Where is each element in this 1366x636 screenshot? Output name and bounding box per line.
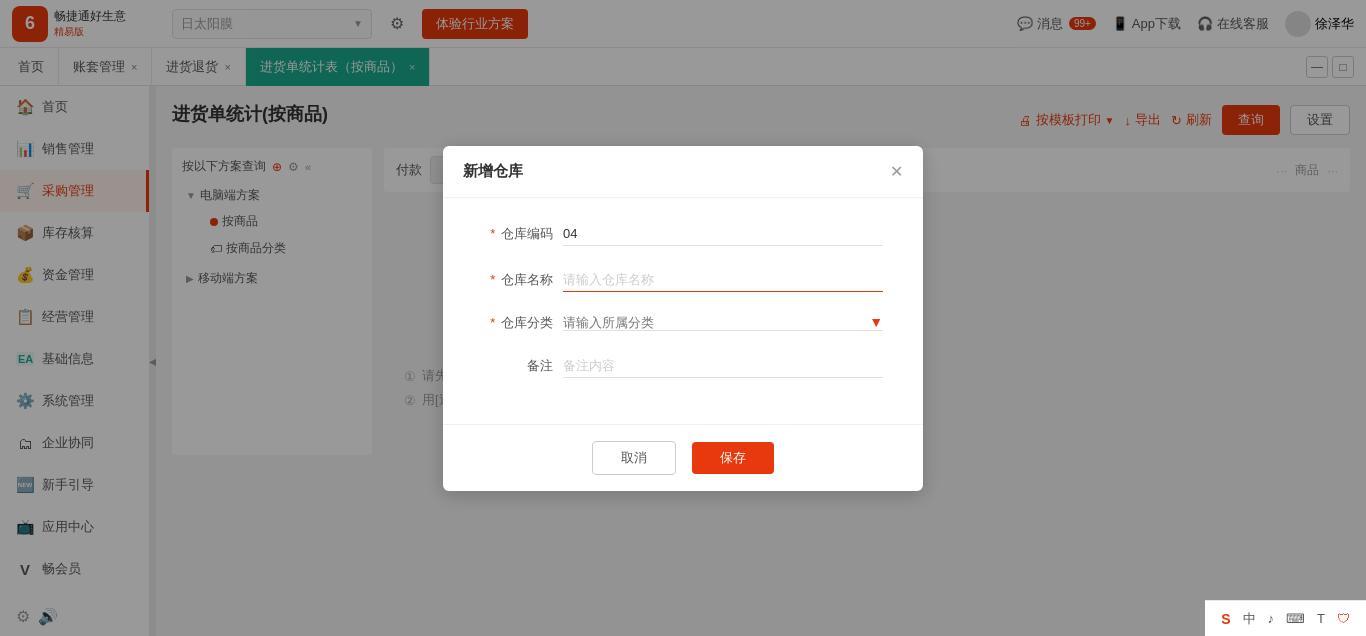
modal-body: * 仓库编码 * 仓库名称 * 仓库分类 [443,198,923,424]
new-warehouse-modal: 新增仓库 ✕ * 仓库编码 * 仓库名称 [443,146,923,491]
bottom-chinese[interactable]: 中 [1243,610,1256,628]
category-dropdown-icon: ▼ [869,314,883,330]
remark-input[interactable] [563,354,883,378]
save-button[interactable]: 保存 [692,442,774,474]
required-star-name: * [490,272,495,287]
modal-title: 新增仓库 [463,162,523,181]
bottom-text-icon[interactable]: T [1317,611,1325,626]
required-star-code: * [490,226,495,241]
form-row-name: * 仓库名称 [483,268,883,292]
category-label: * 仓库分类 [483,314,563,332]
bottom-shield-icon[interactable]: 🛡 [1337,611,1350,626]
bottom-keyboard-icon[interactable]: ⌨ [1286,611,1305,626]
bottom-bar: S 中 ♪ ⌨ T 🛡 [1205,600,1366,636]
form-row-remark: 备注 [483,354,883,378]
warehouse-code-input[interactable] [563,222,883,246]
code-label: * 仓库编码 [483,225,563,243]
category-select-wrap[interactable]: ▼ [563,314,883,331]
cancel-button[interactable]: 取消 [592,441,676,475]
warehouse-name-input[interactable] [563,268,883,292]
category-input[interactable] [563,315,869,330]
form-row-category: * 仓库分类 ▼ [483,314,883,332]
remark-label: 备注 [483,357,563,375]
name-label: * 仓库名称 [483,271,563,289]
modal-overlay: 新增仓库 ✕ * 仓库编码 * 仓库名称 [0,0,1366,636]
modal-close-btn[interactable]: ✕ [890,162,903,181]
form-row-code: * 仓库编码 [483,222,883,246]
modal-header: 新增仓库 ✕ [443,146,923,198]
bottom-logo: S [1221,611,1230,627]
modal-footer: 取消 保存 [443,424,923,491]
required-star-category: * [490,315,495,330]
bottom-music-icon[interactable]: ♪ [1268,611,1275,626]
